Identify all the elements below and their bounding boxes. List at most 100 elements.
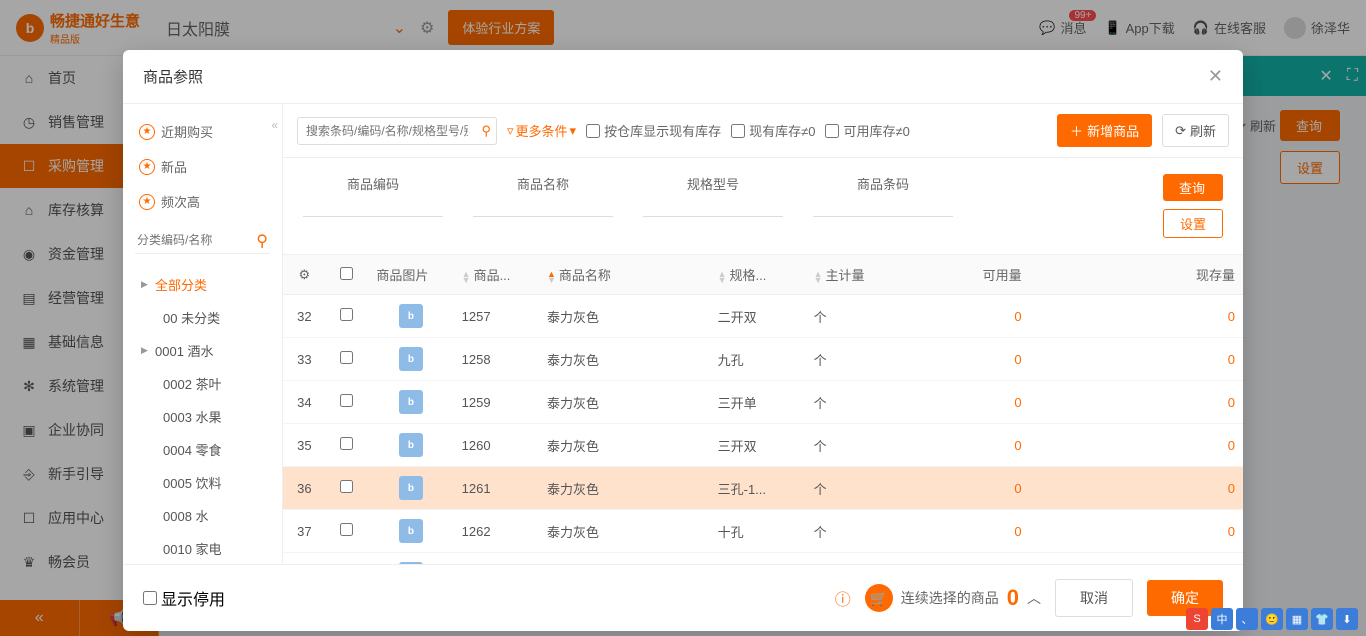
category-node[interactable]: 0005 饮料 [123,466,282,499]
row-code: 1262 [454,510,539,553]
row-image: b [368,467,453,510]
ime-key[interactable]: 🙂 [1261,608,1283,630]
ime-key[interactable]: 中 [1211,608,1233,630]
filter-spec-label: 规格型号 [643,174,783,193]
row-spec: 三开双 [710,424,806,467]
category-search-input[interactable] [135,227,270,254]
chevron-up-icon: ︿ [1027,588,1041,608]
col-avail: 可用量 [902,255,1030,295]
row-checkbox[interactable] [326,338,369,381]
row-stock: 0 [1030,295,1243,338]
row-stock: 0 [1030,510,1243,553]
row-code: 1261 [454,467,539,510]
category-node[interactable]: 0004 零食 [123,433,282,466]
table-row[interactable]: 35 b 1260 泰力灰色 三开双 个 0 0 [283,424,1243,467]
ime-key[interactable]: 、 [1236,608,1258,630]
row-checkbox[interactable] [326,381,369,424]
row-name: 泰力灰色 [539,295,710,338]
category-node[interactable]: 00 未分类 [123,301,282,334]
more-conditions-toggle[interactable]: ▿ 更多条件 ▾ [507,121,576,140]
filter-name-input[interactable] [473,197,613,217]
row-spec: 十孔 [710,510,806,553]
modal-tab[interactable]: ★近期购买 [123,114,282,149]
available-nonzero-checkbox[interactable]: 可用库存≠0 [825,121,909,140]
category-node[interactable]: 0002 茶叶 [123,367,282,400]
row-name: 泰力灰色 [539,510,710,553]
row-unit: 个 [806,467,902,510]
filter-barcode-label: 商品条码 [813,174,953,193]
search-icon[interactable]: ⚲ [481,123,491,139]
table-row[interactable]: 32 b 1257 泰力灰色 二开双 个 0 0 [283,295,1243,338]
ime-toolbar: S 中 、 🙂 ▦ 👕 ⬇ [1186,608,1358,630]
filter-query-button[interactable]: 查询 [1163,174,1223,201]
row-stock: 0 [1030,553,1243,565]
ime-key[interactable]: ⬇ [1336,608,1358,630]
warehouse-stock-checkbox[interactable]: 按仓库显示现有库存 [586,121,721,140]
row-index: 37 [283,510,326,553]
row-unit: 个 [806,553,902,565]
ime-key[interactable]: 👕 [1311,608,1333,630]
col-select-all[interactable] [326,255,369,295]
add-product-button[interactable]: ＋新增商品 [1057,114,1152,147]
ime-key[interactable]: S [1186,608,1208,630]
product-table-wrap[interactable]: ⚙ 商品图片 ▲▼商品... ▲▼商品名称 ▲▼规格... ▲▼主计量 可用量 … [283,255,1243,564]
help-icon[interactable]: ⓘ [835,586,851,610]
row-checkbox[interactable] [326,510,369,553]
modal-tab[interactable]: ★频次高 [123,184,282,219]
refresh-button[interactable]: ⟳刷新 [1162,114,1229,147]
tab-icon: ★ [139,124,155,140]
category-node[interactable]: 0008 水 [123,499,282,532]
row-code: 1263 [454,553,539,565]
row-checkbox[interactable] [326,295,369,338]
product-reference-modal: 商品参照 ✕ « ★近期购买★新品★频次高 ⚲ ▶全部分类00 未分类▶0001… [123,50,1243,631]
show-disabled-checkbox[interactable]: 显示停用 [143,586,225,610]
filter-code-label: 商品编码 [303,174,443,193]
row-unit: 个 [806,510,902,553]
table-row[interactable]: 36 b 1261 泰力灰色 三孔-1... 个 0 0 [283,467,1243,510]
row-index: 35 [283,424,326,467]
tab-icon: ★ [139,159,155,175]
selected-products-info[interactable]: 🛒 连续选择的商品 0 ︿ [865,584,1041,612]
table-row[interactable]: 37 b 1262 泰力灰色 十孔 个 0 0 [283,510,1243,553]
filter-settings-button[interactable]: 设置 [1163,209,1223,238]
product-search-input[interactable] [297,117,497,145]
row-spec: 三孔-1... [710,467,806,510]
table-row[interactable]: 38 b 1263 泰力灰色 四开单 个 0 0 [283,553,1243,565]
filter-spec-input[interactable] [643,197,783,217]
collapse-left-icon[interactable]: « [271,118,278,132]
row-available: 0 [902,424,1030,467]
filter-code-input[interactable] [303,197,443,217]
row-spec: 九孔 [710,338,806,381]
table-row[interactable]: 34 b 1259 泰力灰色 三开单 个 0 0 [283,381,1243,424]
product-table: ⚙ 商品图片 ▲▼商品... ▲▼商品名称 ▲▼规格... ▲▼主计量 可用量 … [283,255,1243,564]
category-node[interactable]: ▶全部分类 [123,268,282,301]
col-spec[interactable]: ▲▼规格... [710,255,806,295]
row-checkbox[interactable] [326,553,369,565]
category-node[interactable]: 0010 家电 [123,532,282,564]
row-checkbox[interactable] [326,424,369,467]
row-checkbox[interactable] [326,467,369,510]
col-unit[interactable]: ▲▼主计量 [806,255,902,295]
row-image: b [368,295,453,338]
modal-tab[interactable]: ★新品 [123,149,282,184]
col-settings[interactable]: ⚙ [283,255,326,295]
tab-icon: ★ [139,194,155,210]
table-row[interactable]: 33 b 1258 泰力灰色 九孔 个 0 0 [283,338,1243,381]
category-node[interactable]: 0003 水果 [123,400,282,433]
row-code: 1259 [454,381,539,424]
search-icon[interactable]: ⚲ [256,231,268,251]
expand-icon: ▶ [141,345,151,356]
onhand-nonzero-checkbox[interactable]: 现有库存≠0 [731,121,815,140]
close-icon[interactable]: ✕ [1208,66,1223,87]
selected-count: 0 [1007,585,1019,611]
row-image: b [368,553,453,565]
ime-key[interactable]: ▦ [1286,608,1308,630]
cancel-button[interactable]: 取消 [1055,579,1133,617]
category-node[interactable]: ▶0001 酒水 [123,334,282,367]
row-available: 0 [902,510,1030,553]
filter-barcode-input[interactable] [813,197,953,217]
row-unit: 个 [806,295,902,338]
col-code[interactable]: ▲▼商品... [454,255,539,295]
col-name[interactable]: ▲▼商品名称 [539,255,710,295]
row-image: b [368,381,453,424]
